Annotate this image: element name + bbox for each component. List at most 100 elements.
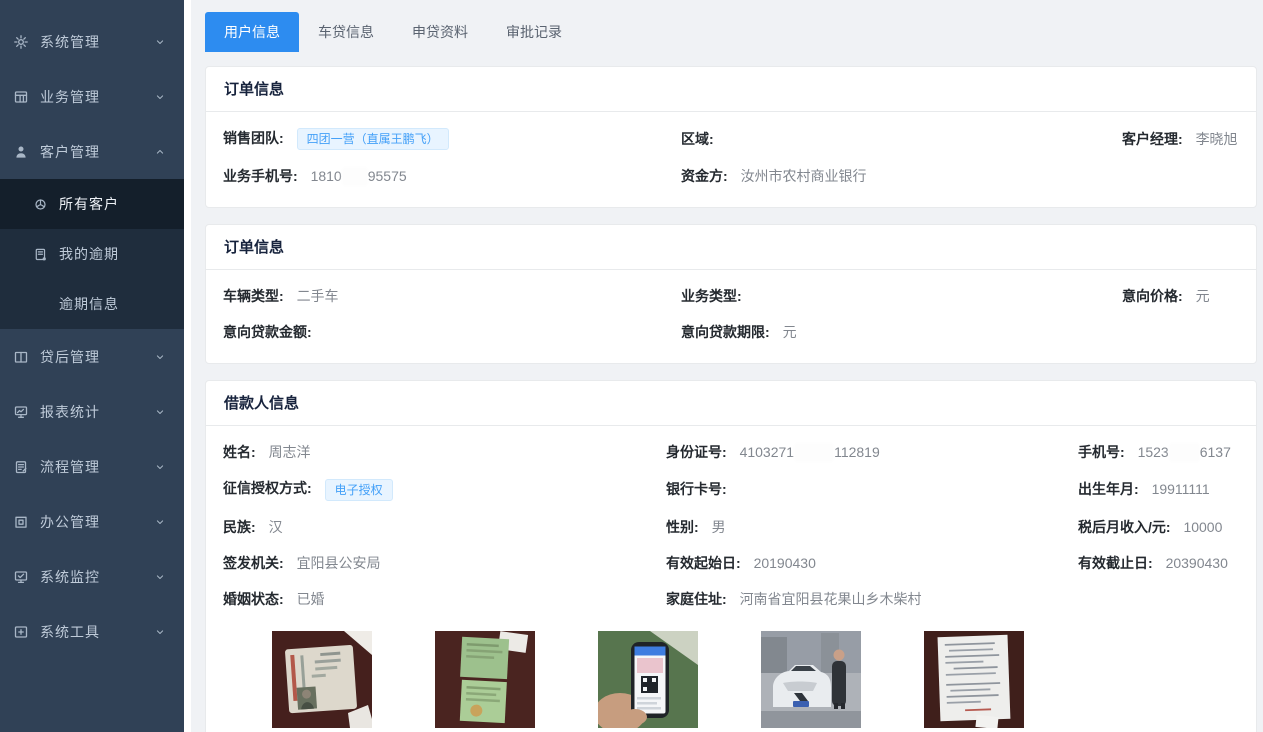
detail-tabs: 用户信息 车贷信息 申贷资料 审批记录 (205, 12, 1263, 52)
clipboard-icon (13, 459, 29, 475)
chevron-down-icon (154, 406, 166, 418)
document-photos: 身份证 (272, 631, 1256, 732)
sidebar-item-label: 办公管理 (40, 512, 100, 532)
field-business-phone: 业务手机号: 181095575 (223, 166, 681, 186)
field-funder: 资金方: 汝州市农村商业银行 (681, 166, 1122, 186)
redaction-patch (796, 445, 832, 460)
field-monthly-income: 税后月收入/元: 10000 (1078, 517, 1256, 537)
tab-user-info[interactable]: 用户信息 (205, 12, 299, 52)
card-title: 借款人信息 (206, 381, 1256, 426)
monitor-chart-icon (13, 404, 29, 420)
card-title: 订单信息 (206, 67, 1256, 112)
sidebar-item-system-monitor[interactable]: 系统监控 (0, 549, 184, 604)
credit-auth-tag: 电子授权 (325, 479, 393, 501)
field-loan-term: 意向贷款期限: 元 (681, 322, 1122, 342)
sidebar-item-customer-management[interactable]: 客户管理 (0, 124, 184, 179)
field-intent-price: 意向价格: 元 (1122, 286, 1256, 306)
sidebar-item-label: 客户管理 (40, 142, 100, 162)
tab-approval-records[interactable]: 审批记录 (487, 12, 581, 52)
sidebar-item-my-overdue[interactable]: 我的逾期 (0, 229, 184, 279)
photo-person-with-car[interactable]: 人车合影 (761, 631, 861, 732)
loan-intent-card: 订单信息 车辆类型: 二手车 业务类型: 意向价格: 元 (205, 224, 1257, 364)
field-loan-amount: 意向贷款金额: (223, 322, 681, 342)
field-birth-date: 出生年月: 19911111 (1078, 479, 1256, 499)
field-mobile: 手机号: 15236137 (1078, 442, 1256, 462)
chevron-up-icon (154, 146, 166, 158)
photo-drivers-license[interactable]: 驾驶证副页 (435, 631, 535, 732)
square-in-square-icon (13, 514, 29, 530)
sidebar-content-divider (184, 0, 191, 732)
photo-id-card[interactable]: 身份证 (272, 631, 372, 732)
field-marital-status: 婚姻状态: 已婚 (223, 589, 666, 609)
notebook-icon (33, 247, 48, 262)
license-photo-image (435, 631, 535, 728)
sidebar-item-label: 业务管理 (40, 87, 100, 107)
field-name: 姓名: 周志洋 (223, 442, 666, 462)
box-plus-icon (13, 624, 29, 640)
field-valid-to: 有效截止日: 20390430 (1078, 553, 1256, 573)
sidebar: 系统管理 业务管理 客户管理 (0, 0, 184, 732)
borrower-info-card: 借款人信息 姓名: 周志洋 身份证号: 4103271112819 手机号: 1… (205, 380, 1257, 732)
field-vehicle-type: 车辆类型: 二手车 (223, 286, 681, 306)
main-content: 用户信息 车贷信息 申贷资料 审批记录 订单信息 销售团队: 四团一营（直属王鹏… (191, 0, 1263, 732)
chevron-down-icon (154, 91, 166, 103)
app-window: 系统管理 业务管理 客户管理 (0, 0, 1263, 732)
handwritten-doc-image (924, 631, 1024, 728)
sidebar-item-system-tools[interactable]: 系统工具 (0, 604, 184, 659)
id-card-photo-image (272, 631, 372, 728)
chevron-down-icon (154, 461, 166, 473)
field-credit-auth: 征信授权方式: 电子授权 (223, 478, 666, 500)
field-bank-card: 银行卡号: (666, 479, 1078, 499)
chevron-down-icon (154, 626, 166, 638)
field-id-number: 身份证号: 4103271112819 (666, 442, 1078, 462)
redaction-patch (1171, 445, 1198, 460)
chevron-down-icon (154, 351, 166, 363)
sidebar-item-postloan-management[interactable]: 贷后管理 (0, 329, 184, 384)
sidebar-item-process-management[interactable]: 流程管理 (0, 439, 184, 494)
order-info-card: 订单信息 销售团队: 四团一营（直属王鹏飞） 区域: 客户经理: 李晓旭 (205, 66, 1257, 208)
chevron-down-icon (154, 516, 166, 528)
field-ethnicity: 民族: 汉 (223, 517, 666, 537)
phone-screenshot-image (598, 631, 698, 728)
sidebar-item-business-management[interactable]: 业务管理 (0, 69, 184, 124)
field-region: 区域: (681, 129, 1122, 149)
field-valid-from: 有效起始日: 20190430 (666, 553, 1078, 573)
sidebar-item-office-management[interactable]: 办公管理 (0, 494, 184, 549)
photo-auth-screenshot[interactable]: 授权截图 (598, 631, 698, 732)
field-sales-team: 销售团队: 四团一营（直属王鹏飞） (223, 128, 681, 150)
field-account-manager: 客户经理: 李晓旭 (1122, 129, 1256, 149)
sidebar-item-label: 报表统计 (40, 402, 100, 422)
sidebar-item-overdue-info[interactable]: 逾期信息 (0, 279, 184, 329)
sidebar-item-label: 系统监控 (40, 567, 100, 587)
sidebar-item-label: 我的逾期 (59, 244, 119, 264)
chevron-down-icon (154, 571, 166, 583)
monitor-check-icon (13, 569, 29, 585)
field-issuing-authority: 签发机关: 宜阳县公安局 (223, 553, 666, 573)
sidebar-item-label: 流程管理 (40, 457, 100, 477)
card-title: 订单信息 (206, 225, 1256, 270)
sidebar-item-system-management[interactable]: 系统管理 (0, 14, 184, 69)
sales-team-tag[interactable]: 四团一营（直属王鹏飞） (297, 128, 449, 150)
tab-loan-application-docs[interactable]: 申贷资料 (393, 12, 487, 52)
field-business-type: 业务类型: (681, 286, 1122, 306)
chevron-down-icon (154, 36, 166, 48)
user-icon (13, 144, 29, 160)
photo-handwritten-doc[interactable]: 其他材料 (924, 631, 1024, 732)
sidebar-item-report-statistics[interactable]: 报表统计 (0, 384, 184, 439)
customer-management-submenu: 所有客户 我的逾期 逾期信息 (0, 179, 184, 329)
sidebar-item-label: 系统管理 (40, 32, 100, 52)
sidebar-item-label: 逾期信息 (59, 294, 119, 314)
grid-icon (13, 89, 29, 105)
car-photo-image (761, 631, 861, 728)
redaction-patch (344, 169, 366, 184)
sidebar-item-label: 系统工具 (40, 622, 100, 642)
field-home-address: 家庭住址: 河南省宜阳县花果山乡木柴村 (666, 589, 1078, 609)
field-gender: 性别: 男 (666, 517, 1078, 537)
sidebar-item-label: 贷后管理 (40, 347, 100, 367)
gear-icon (13, 34, 29, 50)
sidebar-item-label: 所有客户 (59, 194, 119, 214)
sidebar-item-all-customers[interactable]: 所有客户 (0, 179, 184, 229)
columns-icon (13, 349, 29, 365)
tab-car-loan-info[interactable]: 车贷信息 (299, 12, 393, 52)
wheel-icon (33, 197, 48, 212)
